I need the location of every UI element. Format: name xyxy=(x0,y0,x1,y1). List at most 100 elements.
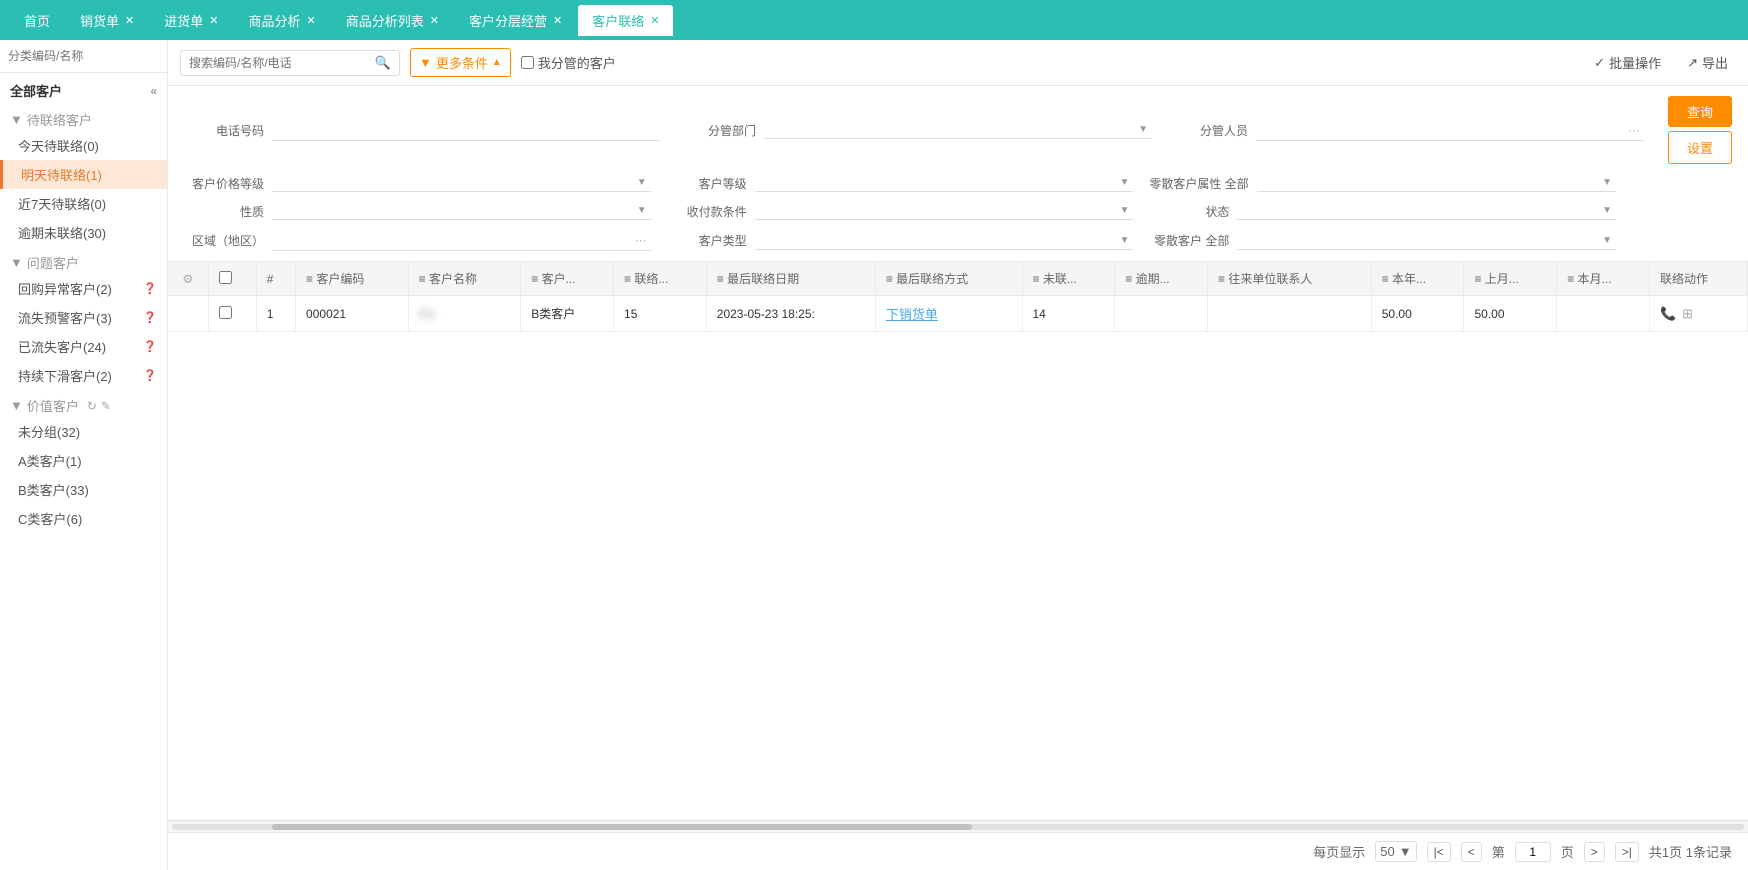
chevron-price: ▼ xyxy=(637,177,647,188)
sidebar-item-repurchase[interactable]: 回购异常客户(2) ❓ xyxy=(0,274,167,303)
nav-home[interactable]: 首页 xyxy=(10,5,64,36)
sidebar-collapse-icon[interactable]: « xyxy=(150,84,157,98)
row-no-contact: 14 xyxy=(1022,296,1115,332)
row-this-month xyxy=(1557,296,1650,332)
page-size-select[interactable]: 50 ▼ xyxy=(1375,841,1416,862)
my-customers-check[interactable] xyxy=(521,56,534,69)
sidebar-group-problem[interactable]: ▼ 问题客户 xyxy=(0,247,167,274)
last-way-link[interactable]: 下销货单 xyxy=(886,307,938,322)
nav-item-analysis[interactable]: 商品分析 ✕ xyxy=(234,5,329,36)
horizontal-scrollbar[interactable] xyxy=(168,820,1748,832)
filter-price-select[interactable]: ▼ xyxy=(272,174,651,192)
sidebar-item-7days[interactable]: 近7天待联络(0) xyxy=(0,189,167,218)
sidebar-item-a-class[interactable]: A类客户(1) xyxy=(0,446,167,475)
filter-dept-select[interactable]: ▼ xyxy=(764,121,1152,139)
nav-close-analysis[interactable]: ✕ xyxy=(307,14,316,27)
sidebar-group-value[interactable]: ▼ 价值客户 ↻ ✎ xyxy=(0,390,167,417)
sidebar-item-b-class[interactable]: B类客户(33) xyxy=(0,475,167,504)
filter-person-dots[interactable]: ··· xyxy=(1628,123,1640,137)
filter-type-select[interactable]: ▼ xyxy=(755,232,1134,250)
row-checkbox[interactable] xyxy=(219,306,232,319)
filter-customer-level: 客户等级 ▼ xyxy=(667,174,1134,192)
chevron-page-size: ▼ xyxy=(1399,844,1412,859)
filter-status-select[interactable]: ▼ xyxy=(1237,202,1616,220)
sidebar-item-lost[interactable]: 已流失客户(24) ❓ xyxy=(0,332,167,361)
filter-panel: 电话号码 分管部门 ▼ 分管人员 ··· 查询 xyxy=(168,86,1748,262)
scrollbar-track xyxy=(172,824,1744,830)
col-settings[interactable]: ⚙ xyxy=(168,262,208,296)
filter-payment-select[interactable]: ▼ xyxy=(755,202,1134,220)
action-grid-icon[interactable]: ⊞ xyxy=(1682,306,1693,322)
help-icon-lostwarning: ❓ xyxy=(143,311,157,324)
toolbar-search-icon[interactable]: 🔍 xyxy=(375,55,391,71)
filter-region-dots[interactable]: ··· xyxy=(635,233,647,247)
sidebar-item-ungrouped[interactable]: 未分组(32) xyxy=(0,417,167,446)
filter-nature-select[interactable]: ▼ xyxy=(272,202,651,220)
scrollbar-thumb[interactable] xyxy=(272,824,972,830)
nav-close-customer-contact[interactable]: ✕ xyxy=(650,14,659,27)
page-prev-btn[interactable]: < xyxy=(1461,842,1482,862)
row-type: B类客户 xyxy=(521,296,614,332)
row-contact: 15 xyxy=(614,296,707,332)
action-phone-icon[interactable]: 📞 xyxy=(1660,306,1676,322)
nav-close-sales[interactable]: ✕ xyxy=(125,14,134,27)
nav-item-customer-layer[interactable]: 客户分层经营 ✕ xyxy=(455,5,576,36)
sidebar-item-lostwarning[interactable]: 流失预警客户(3) ❓ xyxy=(0,303,167,332)
nav-item-sales[interactable]: 销货单 ✕ xyxy=(66,5,148,36)
row-name: Ea xyxy=(408,296,521,332)
help-icon-lost: ❓ xyxy=(143,340,157,353)
settings-btn[interactable]: 设置 xyxy=(1668,131,1732,164)
sidebar-group-pending[interactable]: ▼ 待联络客户 xyxy=(0,104,167,131)
export-icon: ↗ xyxy=(1687,55,1698,71)
select-all-checkbox[interactable] xyxy=(219,271,232,284)
page-next-btn[interactable]: > xyxy=(1584,842,1605,862)
refresh-icon[interactable]: ↻ xyxy=(87,399,97,413)
col-contact: ≡ 联络... xyxy=(614,262,707,296)
nav-item-customer-contact[interactable]: 客户联络 ✕ xyxy=(578,5,673,36)
sidebar-all-customers[interactable]: 全部客户 « xyxy=(0,73,167,104)
toolbar-search-input[interactable] xyxy=(189,56,371,70)
col-name: ≡ 客户名称 xyxy=(408,262,521,296)
col-no-contact: ≡ 未联... xyxy=(1022,262,1115,296)
sidebar-item-tomorrow[interactable]: 明天待联络(1) xyxy=(0,160,167,189)
row-actions: 📞 ⊞ xyxy=(1649,296,1747,332)
batch-ops-btn[interactable]: ✓ 批量操作 xyxy=(1586,49,1669,76)
nav-item-analysis-list[interactable]: 商品分析列表 ✕ xyxy=(332,5,453,36)
filter-nature: 性质 ▼ xyxy=(184,202,651,220)
page-last-btn[interactable]: >| xyxy=(1615,842,1639,862)
customer-table: ⚙ # ≡ 客户编码 ≡ 客户名称 ≡ 客户... ≡ 联络... ≡ 最后联络… xyxy=(168,262,1748,332)
page-input[interactable] xyxy=(1515,842,1551,862)
col-last-month: ≡ 上月... xyxy=(1464,262,1557,296)
nav-close-purchase[interactable]: ✕ xyxy=(209,14,218,27)
filter-level-select[interactable]: ▼ xyxy=(755,174,1134,192)
sidebar-item-declining[interactable]: 持续下滑客户(2) ❓ xyxy=(0,361,167,390)
col-checkbox xyxy=(208,262,256,296)
col-overdue: ≡ 逾期... xyxy=(1115,262,1208,296)
nav-close-customer-layer[interactable]: ✕ xyxy=(553,14,562,27)
filter-payment: 收付款条件 ▼ xyxy=(667,202,1134,220)
page-size-label: 每页显示 xyxy=(1313,842,1365,861)
row-checkbox-cell xyxy=(208,296,256,332)
col-this-month: ≡ 本月... xyxy=(1557,262,1650,296)
chevron-payment: ▼ xyxy=(1119,205,1129,216)
filter-phone-input[interactable] xyxy=(272,120,660,141)
nav-close-analysis-list[interactable]: ✕ xyxy=(430,14,439,27)
page-first-btn[interactable]: |< xyxy=(1427,842,1451,862)
chevron-level: ▼ xyxy=(1119,177,1129,188)
export-btn[interactable]: ↗ 导出 xyxy=(1679,49,1736,76)
sidebar-item-today[interactable]: 今天待联络(0) xyxy=(0,131,167,160)
query-btn[interactable]: 查询 xyxy=(1668,96,1732,127)
sidebar-group-pending-arrow: ▼ xyxy=(10,112,23,127)
chevron-up-icon: ▲ xyxy=(492,57,502,68)
table-row: 1 000021 Ea B类客户 15 2023-05-23 18:25: 下销… xyxy=(168,296,1748,332)
sidebar-search-input[interactable] xyxy=(8,49,163,63)
edit-icon[interactable]: ✎ xyxy=(101,399,111,413)
nav-item-purchase[interactable]: 进货单 ✕ xyxy=(150,5,232,36)
sidebar-search-bar: 🔍 xyxy=(0,40,167,73)
filter-more-btn[interactable]: ▼ 更多条件 ▲ xyxy=(410,48,511,77)
filter-retail-cust-select[interactable]: ▼ xyxy=(1237,232,1616,250)
sidebar-item-c-class[interactable]: C类客户(6) xyxy=(0,504,167,533)
my-customers-checkbox[interactable]: 我分管的客户 xyxy=(521,53,616,72)
sidebar-item-overdue[interactable]: 逾期未联络(30) xyxy=(0,218,167,247)
filter-retail-select[interactable]: ▼ xyxy=(1257,174,1616,192)
